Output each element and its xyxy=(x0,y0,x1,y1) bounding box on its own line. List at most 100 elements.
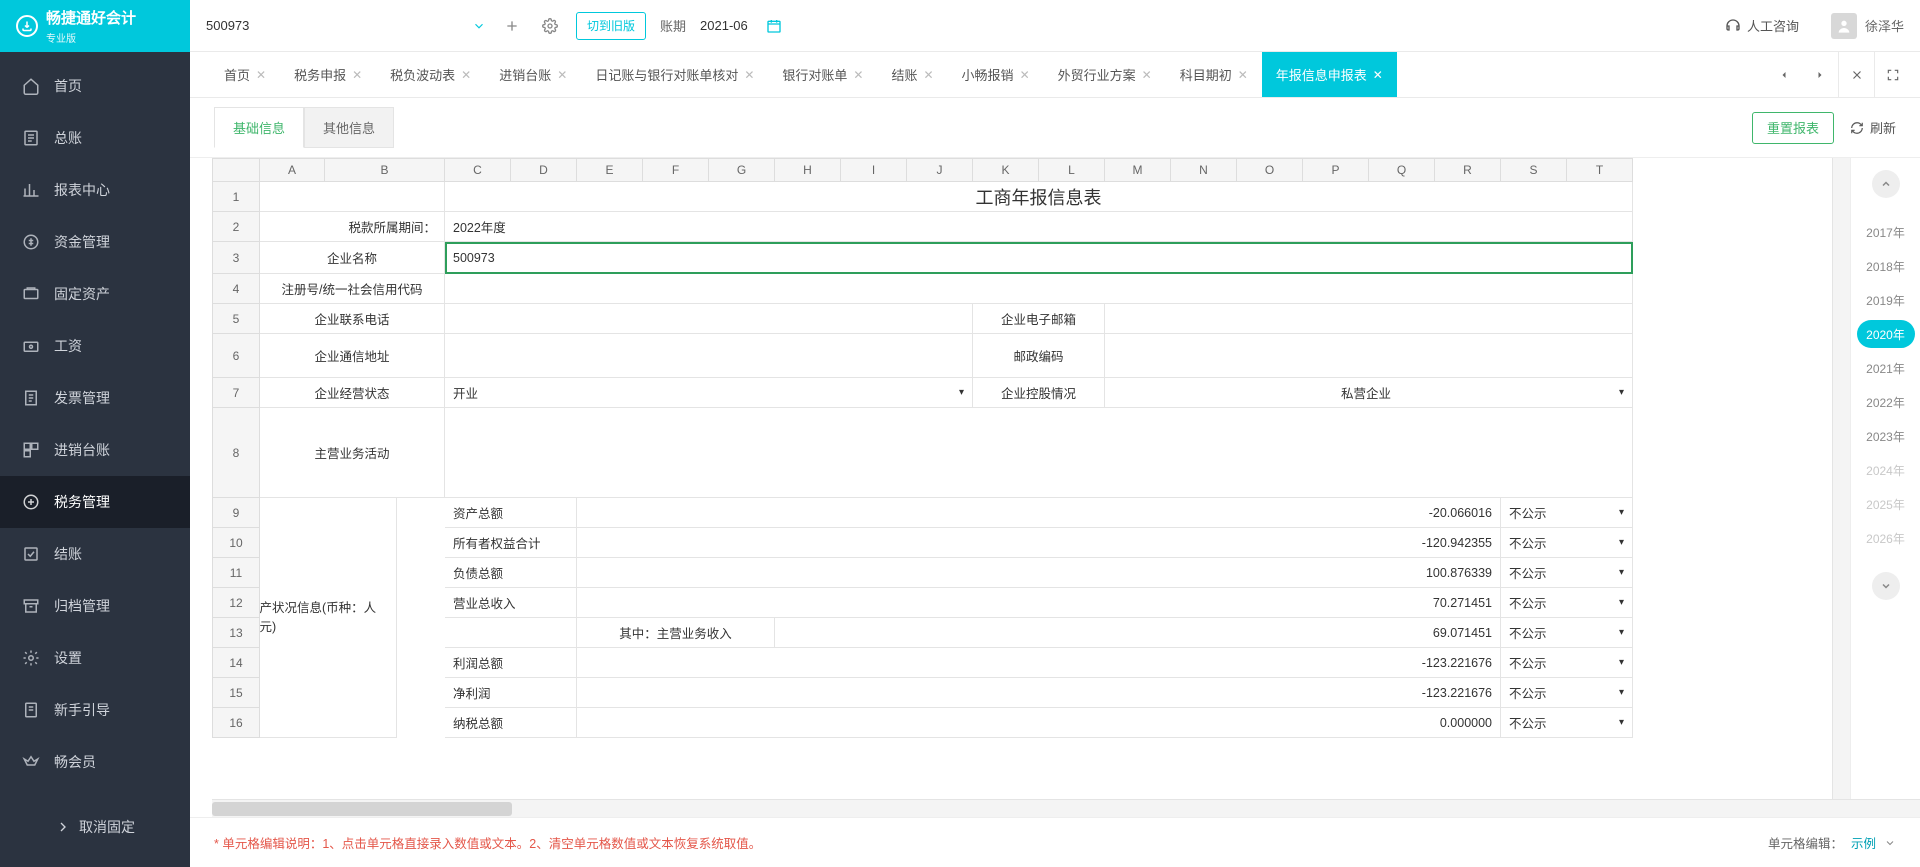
col-header-L[interactable]: L xyxy=(1039,158,1105,182)
spreadsheet[interactable]: ABCDEFGHIJKLMNOPQRST1工商年报信息表2税款所属期间：2022… xyxy=(212,158,1832,785)
year-up-button[interactable] xyxy=(1872,170,1900,198)
tab-10[interactable]: 年报信息申报表✕ xyxy=(1262,52,1397,97)
vertical-scrollbar[interactable] xyxy=(1832,158,1850,799)
cell[interactable]: 100.876339 xyxy=(577,558,1501,588)
cell[interactable]: 企业经营状态 xyxy=(260,378,445,408)
nav-item-guide[interactable]: 新手引导 xyxy=(0,684,190,736)
nav-item-close[interactable]: 结账 xyxy=(0,528,190,580)
cell[interactable]: 69.071451 xyxy=(775,618,1501,648)
col-header-Q[interactable]: Q xyxy=(1369,158,1435,182)
col-header-T[interactable]: T xyxy=(1567,158,1633,182)
unpin-button[interactable]: 取消固定 xyxy=(0,805,190,849)
cell[interactable]: 0.000000 xyxy=(577,708,1501,738)
nav-item-home[interactable]: 首页 xyxy=(0,60,190,112)
cell[interactable]: 注册号/统一社会信用代码 xyxy=(260,274,445,304)
tab-9[interactable]: 科目期初✕ xyxy=(1166,52,1262,97)
nav-item-invoice[interactable]: 发票管理 xyxy=(0,372,190,424)
nav-item-gear[interactable]: 设置 xyxy=(0,632,190,684)
calendar-icon[interactable] xyxy=(766,18,782,34)
year-2026年[interactable]: 2026年 xyxy=(1857,524,1915,552)
year-down-button[interactable] xyxy=(1872,572,1900,600)
col-header-G[interactable]: G xyxy=(709,158,775,182)
row-header-13[interactable]: 13 xyxy=(212,618,260,648)
cell[interactable]: 企业名称 xyxy=(260,242,445,274)
nav-item-tax[interactable]: 税务管理 xyxy=(0,476,190,528)
cell[interactable]: 企业通信地址 xyxy=(260,334,445,378)
col-header-I[interactable]: I xyxy=(841,158,907,182)
cell[interactable]: -123.221676 xyxy=(577,678,1501,708)
row-header-6[interactable]: 6 xyxy=(212,334,260,378)
inner-tab-basic[interactable]: 基础信息 xyxy=(214,107,304,148)
col-header-C[interactable]: C xyxy=(445,158,511,182)
cell[interactable]: 利润总额 xyxy=(445,648,577,678)
close-icon[interactable]: ✕ xyxy=(461,68,471,82)
row-header-3[interactable]: 3 xyxy=(212,242,260,274)
tab-8[interactable]: 外贸行业方案✕ xyxy=(1044,52,1166,97)
cell[interactable]: -20.066016 xyxy=(577,498,1501,528)
cell[interactable]: 70.271451 xyxy=(577,588,1501,618)
col-header-P[interactable]: P xyxy=(1303,158,1369,182)
year-2020年[interactable]: 2020年 xyxy=(1857,320,1915,348)
close-icon[interactable]: ✕ xyxy=(1238,68,1248,82)
cell[interactable] xyxy=(445,274,1633,304)
cell[interactable]: 纳税总额 xyxy=(445,708,577,738)
nav-item-vip[interactable]: 畅会员 xyxy=(0,736,190,788)
example-link[interactable]: 示例 xyxy=(1851,833,1876,852)
tab-4[interactable]: 日记账与银行对账单核对✕ xyxy=(581,52,768,97)
row-header-11[interactable]: 11 xyxy=(212,558,260,588)
close-icon[interactable]: ✕ xyxy=(1020,68,1030,82)
year-2021年[interactable]: 2021年 xyxy=(1857,354,1915,382)
col-header-B[interactable]: B xyxy=(325,158,445,182)
publicity-select[interactable]: 不公示▾ xyxy=(1501,528,1633,558)
year-2022年[interactable]: 2022年 xyxy=(1857,388,1915,416)
cell[interactable]: 资产总额 xyxy=(445,498,577,528)
holding-select[interactable]: 私营企业▾ xyxy=(1105,378,1633,408)
publicity-select[interactable]: 不公示▾ xyxy=(1501,648,1633,678)
nav-item-chart[interactable]: 报表中心 xyxy=(0,164,190,216)
reset-report-button[interactable]: 重置报表 xyxy=(1752,112,1834,144)
cell[interactable] xyxy=(445,408,1633,498)
close-icon[interactable]: ✕ xyxy=(1142,68,1152,82)
cell[interactable]: 企业电子邮箱 xyxy=(973,304,1105,334)
col-header-R[interactable]: R xyxy=(1435,158,1501,182)
tab-0[interactable]: 首页✕ xyxy=(210,52,280,97)
publicity-select[interactable]: 不公示▾ xyxy=(1501,618,1633,648)
publicity-select[interactable]: 不公示▾ xyxy=(1501,588,1633,618)
nav-item-salary[interactable]: 工资 xyxy=(0,320,190,372)
row-header-14[interactable]: 14 xyxy=(212,648,260,678)
col-header-H[interactable]: H xyxy=(775,158,841,182)
refresh-button[interactable]: 刷新 xyxy=(1850,118,1896,137)
publicity-select[interactable]: 不公示▾ xyxy=(1501,558,1633,588)
publicity-select[interactable]: 不公示▾ xyxy=(1501,678,1633,708)
consult-button[interactable]: 人工咨询 xyxy=(1725,16,1799,35)
fullscreen-button[interactable] xyxy=(1874,52,1910,98)
sheet-corner[interactable] xyxy=(212,158,260,182)
cell[interactable]: 营业总收入 xyxy=(445,588,577,618)
cell[interactable] xyxy=(445,618,577,648)
row-header-10[interactable]: 10 xyxy=(212,528,260,558)
cell[interactable] xyxy=(445,334,973,378)
year-2019年[interactable]: 2019年 xyxy=(1857,286,1915,314)
cell[interactable]: 净利润 xyxy=(445,678,577,708)
year-2024年[interactable]: 2024年 xyxy=(1857,456,1915,484)
cell[interactable] xyxy=(1105,334,1633,378)
col-header-S[interactable]: S xyxy=(1501,158,1567,182)
user-menu[interactable]: 徐泽华 xyxy=(1831,13,1904,39)
year-2025年[interactable]: 2025年 xyxy=(1857,490,1915,518)
row-header-9[interactable]: 9 xyxy=(212,498,260,528)
close-icon[interactable]: ✕ xyxy=(352,68,362,82)
cell[interactable]: 其中：主营业务收入 xyxy=(577,618,775,648)
nav-item-stock[interactable]: 进销台账 xyxy=(0,424,190,476)
inner-tab-other[interactable]: 其他信息 xyxy=(304,107,394,148)
close-icon[interactable]: ✕ xyxy=(256,68,266,82)
tab-7[interactable]: 小畅报销✕ xyxy=(948,52,1044,97)
col-header-N[interactable]: N xyxy=(1171,158,1237,182)
close-icon[interactable]: ✕ xyxy=(853,68,863,82)
year-2017年[interactable]: 2017年 xyxy=(1857,218,1915,246)
nav-item-archive[interactable]: 归档管理 xyxy=(0,580,190,632)
close-icon[interactable]: ✕ xyxy=(557,68,567,82)
cell[interactable]: 企业联系电话 xyxy=(260,304,445,334)
row-header-1[interactable]: 1 xyxy=(212,182,260,212)
col-header-A[interactable]: A xyxy=(260,158,325,182)
tab-5[interactable]: 银行对账单✕ xyxy=(768,52,877,97)
